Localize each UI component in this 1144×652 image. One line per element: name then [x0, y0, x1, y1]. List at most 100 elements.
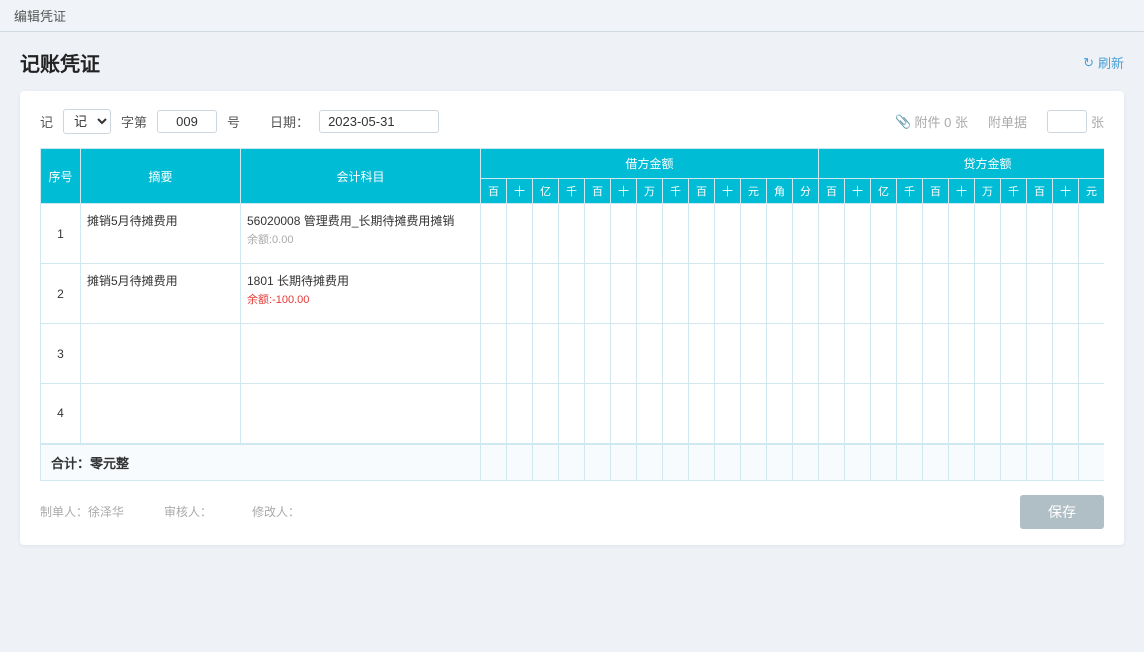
debit-digit-8[interactable]: [663, 324, 689, 384]
credit-digit-4[interactable]: [897, 324, 923, 384]
debit-digit-7[interactable]: [637, 264, 663, 324]
credit-digit-9[interactable]: [1027, 204, 1053, 264]
debit-digit-11[interactable]: [741, 324, 767, 384]
date-input[interactable]: [319, 110, 439, 133]
credit-digit-5[interactable]: [923, 204, 949, 264]
debit-digit-6[interactable]: [611, 264, 637, 324]
attach-count[interactable]: 📎 附件 0 张: [895, 112, 968, 131]
debit-digit-1[interactable]: [481, 264, 507, 324]
credit-digit-2[interactable]: [845, 384, 871, 444]
debit-digit-4[interactable]: [559, 264, 585, 324]
credit-digit-8[interactable]: [1001, 264, 1027, 324]
row-account[interactable]: [241, 384, 481, 444]
credit-digit-3[interactable]: [871, 384, 897, 444]
debit-digit-6[interactable]: [611, 204, 637, 264]
debit-digit-4[interactable]: [559, 324, 585, 384]
credit-digit-9[interactable]: [1027, 324, 1053, 384]
debit-digit-12[interactable]: [767, 264, 793, 324]
credit-digit-7[interactable]: [975, 204, 1001, 264]
debit-digit-9[interactable]: [689, 264, 715, 324]
credit-digit-11[interactable]: [1079, 384, 1105, 444]
debit-digit-5[interactable]: [585, 204, 611, 264]
credit-digit-6[interactable]: [949, 264, 975, 324]
credit-digit-11[interactable]: [1079, 264, 1105, 324]
credit-digit-9[interactable]: [1027, 264, 1053, 324]
credit-digit-2[interactable]: [845, 264, 871, 324]
credit-digit-8[interactable]: [1001, 384, 1027, 444]
row-account[interactable]: 1801 长期待摊费用余额:-100.00: [241, 264, 481, 324]
credit-digit-8[interactable]: [1001, 204, 1027, 264]
credit-digit-10[interactable]: [1053, 204, 1079, 264]
debit-digit-2[interactable]: [507, 324, 533, 384]
credit-digit-6[interactable]: [949, 384, 975, 444]
credit-digit-7[interactable]: [975, 384, 1001, 444]
debit-digit-9[interactable]: [689, 324, 715, 384]
credit-digit-1[interactable]: [819, 204, 845, 264]
refresh-button[interactable]: ↻ 刷新: [1083, 53, 1124, 72]
debit-digit-13[interactable]: [793, 384, 819, 444]
debit-digit-1[interactable]: [481, 204, 507, 264]
credit-digit-1[interactable]: [819, 264, 845, 324]
debit-digit-12[interactable]: [767, 384, 793, 444]
debit-digit-13[interactable]: [793, 264, 819, 324]
credit-digit-9[interactable]: [1027, 384, 1053, 444]
credit-digit-10[interactable]: [1053, 264, 1079, 324]
credit-digit-2[interactable]: [845, 324, 871, 384]
credit-digit-4[interactable]: [897, 204, 923, 264]
debit-digit-11[interactable]: [741, 384, 767, 444]
credit-digit-11[interactable]: [1079, 324, 1105, 384]
debit-digit-1[interactable]: [481, 324, 507, 384]
number-input[interactable]: [157, 110, 217, 133]
credit-digit-6[interactable]: [949, 324, 975, 384]
debit-digit-11[interactable]: [741, 204, 767, 264]
debit-digit-9[interactable]: [689, 204, 715, 264]
debit-digit-6[interactable]: [611, 384, 637, 444]
debit-digit-13[interactable]: [793, 204, 819, 264]
debit-digit-13[interactable]: [793, 324, 819, 384]
credit-digit-10[interactable]: [1053, 324, 1079, 384]
debit-digit-12[interactable]: [767, 204, 793, 264]
debit-digit-1[interactable]: [481, 384, 507, 444]
credit-digit-5[interactable]: [923, 324, 949, 384]
credit-digit-2[interactable]: [845, 204, 871, 264]
credit-digit-11[interactable]: [1079, 204, 1105, 264]
debit-digit-4[interactable]: [559, 204, 585, 264]
debit-digit-5[interactable]: [585, 264, 611, 324]
debit-digit-7[interactable]: [637, 204, 663, 264]
debit-digit-4[interactable]: [559, 384, 585, 444]
debit-digit-12[interactable]: [767, 324, 793, 384]
debit-digit-6[interactable]: [611, 324, 637, 384]
row-summary[interactable]: [81, 384, 241, 444]
debit-digit-10[interactable]: [715, 324, 741, 384]
debit-digit-2[interactable]: [507, 384, 533, 444]
debit-digit-5[interactable]: [585, 384, 611, 444]
credit-digit-3[interactable]: [871, 204, 897, 264]
debit-digit-8[interactable]: [663, 384, 689, 444]
zhang-input[interactable]: [1047, 110, 1087, 133]
debit-digit-7[interactable]: [637, 324, 663, 384]
credit-digit-8[interactable]: [1001, 324, 1027, 384]
credit-digit-1[interactable]: [819, 384, 845, 444]
row-account[interactable]: [241, 324, 481, 384]
credit-digit-7[interactable]: [975, 324, 1001, 384]
row-summary[interactable]: [81, 324, 241, 384]
credit-digit-4[interactable]: [897, 384, 923, 444]
type-select[interactable]: 记: [63, 109, 111, 134]
debit-digit-5[interactable]: [585, 324, 611, 384]
debit-digit-11[interactable]: [741, 264, 767, 324]
debit-digit-8[interactable]: [663, 264, 689, 324]
save-button[interactable]: 保存: [1020, 495, 1104, 529]
row-account[interactable]: 56020008 管理费用_长期待摊费用摊销余额:0.00: [241, 204, 481, 264]
debit-digit-3[interactable]: [533, 324, 559, 384]
credit-digit-5[interactable]: [923, 384, 949, 444]
credit-digit-3[interactable]: [871, 324, 897, 384]
credit-digit-7[interactable]: [975, 264, 1001, 324]
debit-digit-10[interactable]: [715, 384, 741, 444]
attach-btn[interactable]: 附单据: [988, 112, 1027, 131]
debit-digit-2[interactable]: [507, 204, 533, 264]
row-summary[interactable]: 摊销5月待摊费用: [81, 204, 241, 264]
credit-digit-3[interactable]: [871, 264, 897, 324]
row-summary[interactable]: 摊销5月待摊费用: [81, 264, 241, 324]
credit-digit-5[interactable]: [923, 264, 949, 324]
debit-digit-2[interactable]: [507, 264, 533, 324]
